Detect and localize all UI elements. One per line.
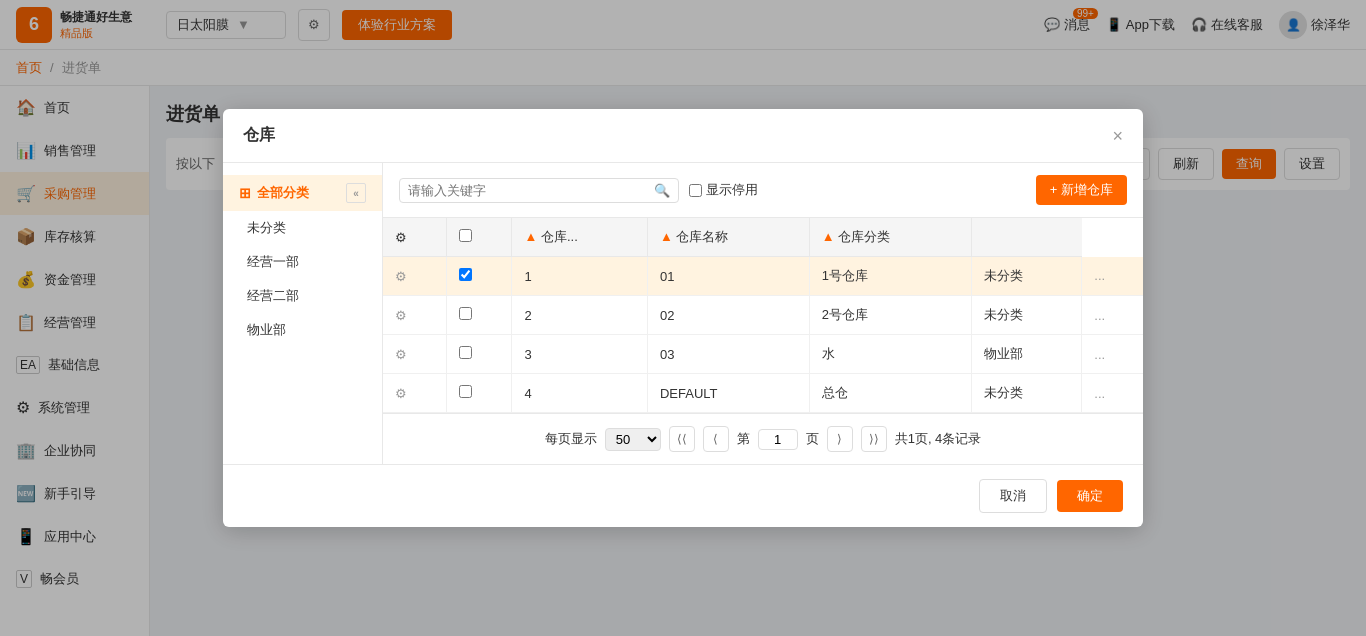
warehouse-content: 🔍 显示停用 + 新增仓库 ⚙ — [383, 163, 1143, 464]
category-item-ops2[interactable]: 经营二部 — [223, 279, 382, 313]
row-name: 水 — [809, 335, 971, 374]
collapse-button[interactable]: « — [346, 183, 366, 203]
col-checkbox — [446, 218, 512, 257]
search-box: 🔍 — [399, 178, 679, 203]
modal-footer: 取消 确定 — [223, 464, 1143, 527]
cancel-button[interactable]: 取消 — [979, 479, 1047, 513]
category-item-property[interactable]: 物业部 — [223, 313, 382, 347]
per-page-select[interactable]: 50 10 20 100 — [605, 428, 661, 451]
row-name: 总仓 — [809, 374, 971, 413]
page-label-post: 页 — [806, 430, 819, 448]
row-actions[interactable]: ... — [1082, 335, 1143, 374]
modal-close-button[interactable]: × — [1112, 127, 1123, 145]
modal-header: 仓库 × — [223, 109, 1143, 163]
col-actions-header — [971, 218, 1082, 257]
modal-body: ⊞ 全部分类 « 未分类 经营一部 经营二部 物业部 🔍 — [223, 163, 1143, 464]
row-name: 2号仓库 — [809, 296, 971, 335]
row-category: 未分类 — [971, 374, 1082, 413]
row-no: 3 — [512, 335, 648, 374]
row-no: 4 — [512, 374, 648, 413]
col-id-header[interactable]: ▲ 仓库... — [512, 218, 648, 257]
row-category: 未分类 — [971, 296, 1082, 335]
pagination: 每页显示 50 10 20 100 ⟨⟨ ⟨ 第 页 ⟩ ⟩⟩ 共1页, 4条记… — [383, 413, 1143, 464]
row-gear[interactable]: ⚙ — [383, 257, 446, 296]
row-checkbox[interactable] — [446, 257, 512, 296]
row-checkbox[interactable] — [446, 335, 512, 374]
warehouse-table: ⚙ ▲ 仓库... ▲ 仓库名称 — [383, 218, 1143, 413]
row-id: 03 — [647, 335, 809, 374]
table-row[interactable]: ⚙ 1 01 1号仓库 未分类 ... — [383, 257, 1143, 296]
row-category: 物业部 — [971, 335, 1082, 374]
sort-icon-name: ▲ — [660, 229, 673, 244]
modal-overlay: 仓库 × ⊞ 全部分类 « 未分类 经营一部 经营二部 物业部 — [0, 0, 1366, 636]
total-records-label: 共1页, 4条记录 — [895, 430, 982, 448]
row-gear[interactable]: ⚙ — [383, 374, 446, 413]
row-id: 01 — [647, 257, 809, 296]
category-all[interactable]: ⊞ 全部分类 « — [223, 175, 382, 211]
category-item-unclassified[interactable]: 未分类 — [223, 211, 382, 245]
category-all-label: 全部分类 — [257, 184, 309, 202]
show-disabled-checkbox[interactable] — [689, 184, 702, 197]
table-row[interactable]: ⚙ 4 DEFAULT 总仓 未分类 ... — [383, 374, 1143, 413]
show-disabled-checkbox-label[interactable]: 显示停用 — [689, 181, 758, 199]
sort-icon-category: ▲ — [822, 229, 835, 244]
row-actions[interactable]: ... — [1082, 374, 1143, 413]
category-sidebar: ⊞ 全部分类 « 未分类 经营一部 经营二部 物业部 — [223, 163, 383, 464]
row-category: 未分类 — [971, 257, 1082, 296]
warehouse-modal: 仓库 × ⊞ 全部分类 « 未分类 经营一部 经营二部 物业部 — [223, 109, 1143, 527]
row-no: 1 — [512, 257, 648, 296]
table-row[interactable]: ⚙ 3 03 水 物业部 ... — [383, 335, 1143, 374]
prev-page-button[interactable]: ⟨ — [703, 426, 729, 452]
add-warehouse-button[interactable]: + 新增仓库 — [1036, 175, 1127, 205]
col-name-header[interactable]: ▲ 仓库名称 — [647, 218, 809, 257]
row-gear[interactable]: ⚙ — [383, 296, 446, 335]
search-input[interactable] — [408, 183, 654, 198]
row-no: 2 — [512, 296, 648, 335]
page-number-input[interactable] — [758, 429, 798, 450]
col-category-header[interactable]: ▲ 仓库分类 — [809, 218, 971, 257]
row-actions[interactable]: ... — [1082, 257, 1143, 296]
category-item-ops1[interactable]: 经营一部 — [223, 245, 382, 279]
table-row[interactable]: ⚙ 2 02 2号仓库 未分类 ... — [383, 296, 1143, 335]
page-label-pre: 第 — [737, 430, 750, 448]
confirm-button[interactable]: 确定 — [1057, 480, 1123, 512]
modal-title: 仓库 — [243, 125, 275, 146]
grid-icon: ⊞ — [239, 185, 251, 201]
row-checkbox[interactable] — [446, 374, 512, 413]
show-disabled-label: 显示停用 — [706, 181, 758, 199]
select-all-checkbox[interactable] — [459, 229, 472, 242]
row-actions[interactable]: ... — [1082, 296, 1143, 335]
row-id: DEFAULT — [647, 374, 809, 413]
sort-icon-id: ▲ — [524, 229, 537, 244]
warehouse-toolbar: 🔍 显示停用 + 新增仓库 — [383, 163, 1143, 218]
col-setting: ⚙ — [383, 218, 446, 257]
row-name: 1号仓库 — [809, 257, 971, 296]
search-icon[interactable]: 🔍 — [654, 183, 670, 198]
row-gear[interactable]: ⚙ — [383, 335, 446, 374]
next-page-button[interactable]: ⟩ — [827, 426, 853, 452]
per-page-label: 每页显示 — [545, 430, 597, 448]
row-id: 02 — [647, 296, 809, 335]
row-checkbox[interactable] — [446, 296, 512, 335]
first-page-button[interactable]: ⟨⟨ — [669, 426, 695, 452]
last-page-button[interactable]: ⟩⟩ — [861, 426, 887, 452]
